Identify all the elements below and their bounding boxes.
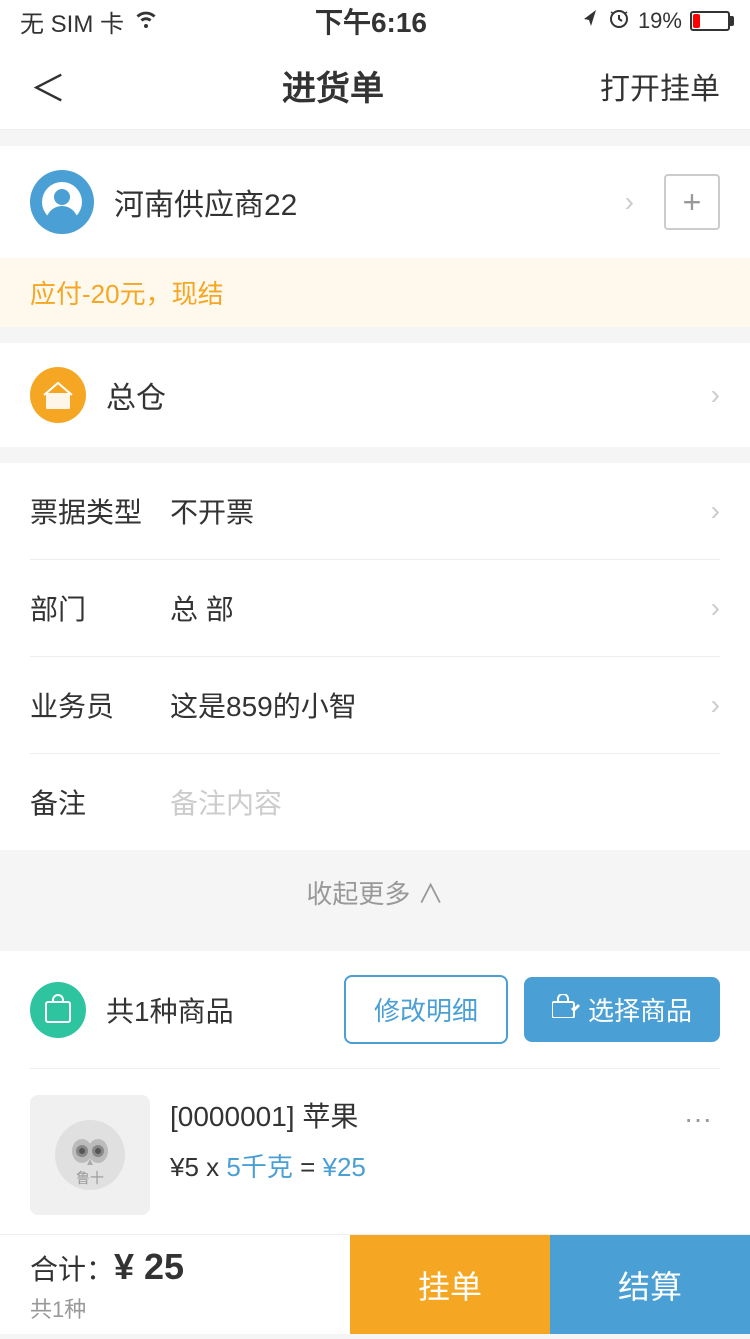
supplier-row[interactable]: 河南供应商22 › + — [0, 146, 750, 258]
table-row: 鲁十 [0000001] 苹果 ¥5 x 5千克 = ¥25 ··· — [0, 1071, 750, 1239]
invoice-chevron-icon: › — [711, 495, 720, 527]
supplier-chevron-icon: › — [625, 186, 634, 218]
product-info: [0000001] 苹果 ¥5 x 5千克 = ¥25 — [170, 1095, 676, 1184]
products-section: 共1种商品 修改明细 选择商品 鲁十 — [0, 951, 750, 1239]
open-hang-button[interactable]: 打开挂单 — [600, 64, 720, 108]
svg-text:鲁十: 鲁十 — [76, 1170, 104, 1186]
department-label: 部门 — [30, 588, 150, 628]
wifi-icon — [132, 7, 160, 35]
supplier-name: 河南供应商22 — [114, 180, 625, 224]
select-icon — [552, 994, 580, 1025]
department-row[interactable]: 部门 总 部 › — [0, 560, 750, 656]
total-sub: 共1种 — [30, 1292, 320, 1324]
total-main: 合计：¥ 25 — [30, 1246, 320, 1288]
collapse-label: 收起更多 ∧ — [306, 874, 443, 911]
department-chevron-icon: › — [711, 592, 720, 624]
product-more-button[interactable]: ··· — [676, 1095, 720, 1143]
product-title: 苹果 — [302, 1101, 358, 1132]
divider-2 — [0, 327, 750, 343]
product-thumbnail: 鲁十 — [30, 1095, 150, 1215]
status-carrier: 无 SIM 卡 — [20, 4, 160, 39]
supplier-avatar — [30, 170, 94, 234]
divider-3 — [0, 447, 750, 463]
collapse-row[interactable]: 收起更多 ∧ — [0, 850, 750, 935]
total-area: 合计：¥ 25 共1种 — [0, 1235, 350, 1334]
nav-bar: ＜ 进货单 打开挂单 — [0, 42, 750, 130]
status-bar: 无 SIM 卡 下午6:16 19% — [0, 0, 750, 42]
total-amount: ¥ 25 — [114, 1246, 184, 1287]
select-product-button[interactable]: 选择商品 — [524, 977, 720, 1042]
salesperson-chevron-icon: › — [711, 689, 720, 721]
product-name: [0000001] 苹果 — [170, 1095, 676, 1135]
warehouse-name: 总仓 — [106, 373, 711, 417]
total-label: 合计： — [30, 1254, 114, 1285]
warehouse-section: 总仓 › — [0, 343, 750, 447]
price-total: ¥25 — [322, 1152, 365, 1182]
remark-placeholder[interactable]: 备注内容 — [150, 782, 720, 822]
salesperson-value: 这是859的小智 — [150, 685, 711, 725]
product-id: [0000001] — [170, 1101, 302, 1132]
invoice-label: 票据类型 — [30, 491, 150, 531]
product-price: ¥5 x 5千克 = ¥25 — [170, 1147, 676, 1184]
supplier-section: 河南供应商22 › + 应付-20元，现结 — [0, 146, 750, 327]
hang-button[interactable]: 挂单 — [350, 1235, 550, 1334]
salesperson-label: 业务员 — [30, 685, 150, 725]
location-icon — [582, 8, 600, 34]
department-value: 总 部 — [150, 588, 711, 628]
price-eq: = — [293, 1152, 323, 1182]
price-unit: ¥5 x — [170, 1152, 226, 1182]
bottom-bar: 合计：¥ 25 共1种 挂单 结算 — [0, 1234, 750, 1334]
invoice-row[interactable]: 票据类型 不开票 › — [0, 463, 750, 559]
invoice-value: 不开票 — [150, 491, 711, 531]
divider-1 — [0, 130, 750, 146]
status-time: 下午6:16 — [315, 1, 427, 41]
avatar-inner — [42, 182, 82, 222]
checkout-button[interactable]: 结算 — [550, 1235, 750, 1334]
modify-detail-button[interactable]: 修改明细 — [344, 975, 508, 1044]
carrier-text: 无 SIM 卡 — [20, 4, 124, 39]
notice-text: 应付-20元，现结 — [30, 279, 224, 309]
page-title: 进货单 — [282, 61, 384, 110]
remark-label: 备注 — [30, 782, 150, 822]
battery-icon — [690, 11, 730, 31]
alarm-icon — [608, 7, 630, 35]
add-button[interactable]: + — [664, 174, 720, 230]
products-count: 共1种商品 — [106, 990, 344, 1030]
products-header: 共1种商品 修改明细 选择商品 — [0, 951, 750, 1068]
form-section: 票据类型 不开票 › 部门 总 部 › 业务员 这是859的小智 › 备注 备注… — [0, 463, 750, 850]
price-qty: 5千克 — [226, 1152, 292, 1182]
status-indicators: 19% — [582, 7, 730, 35]
divider-4 — [0, 935, 750, 951]
divider-products — [30, 1068, 720, 1069]
notice-bar: 应付-20元，现结 — [0, 258, 750, 327]
remark-row[interactable]: 备注 备注内容 — [0, 754, 750, 850]
warehouse-chevron-icon: › — [711, 379, 720, 411]
back-button[interactable]: ＜ — [30, 60, 66, 112]
salesperson-row[interactable]: 业务员 这是859的小智 › — [0, 657, 750, 753]
warehouse-icon — [30, 367, 86, 423]
warehouse-row[interactable]: 总仓 › — [0, 343, 750, 447]
select-product-label: 选择商品 — [588, 991, 692, 1028]
products-icon — [30, 982, 86, 1038]
battery-text: 19% — [638, 8, 682, 34]
